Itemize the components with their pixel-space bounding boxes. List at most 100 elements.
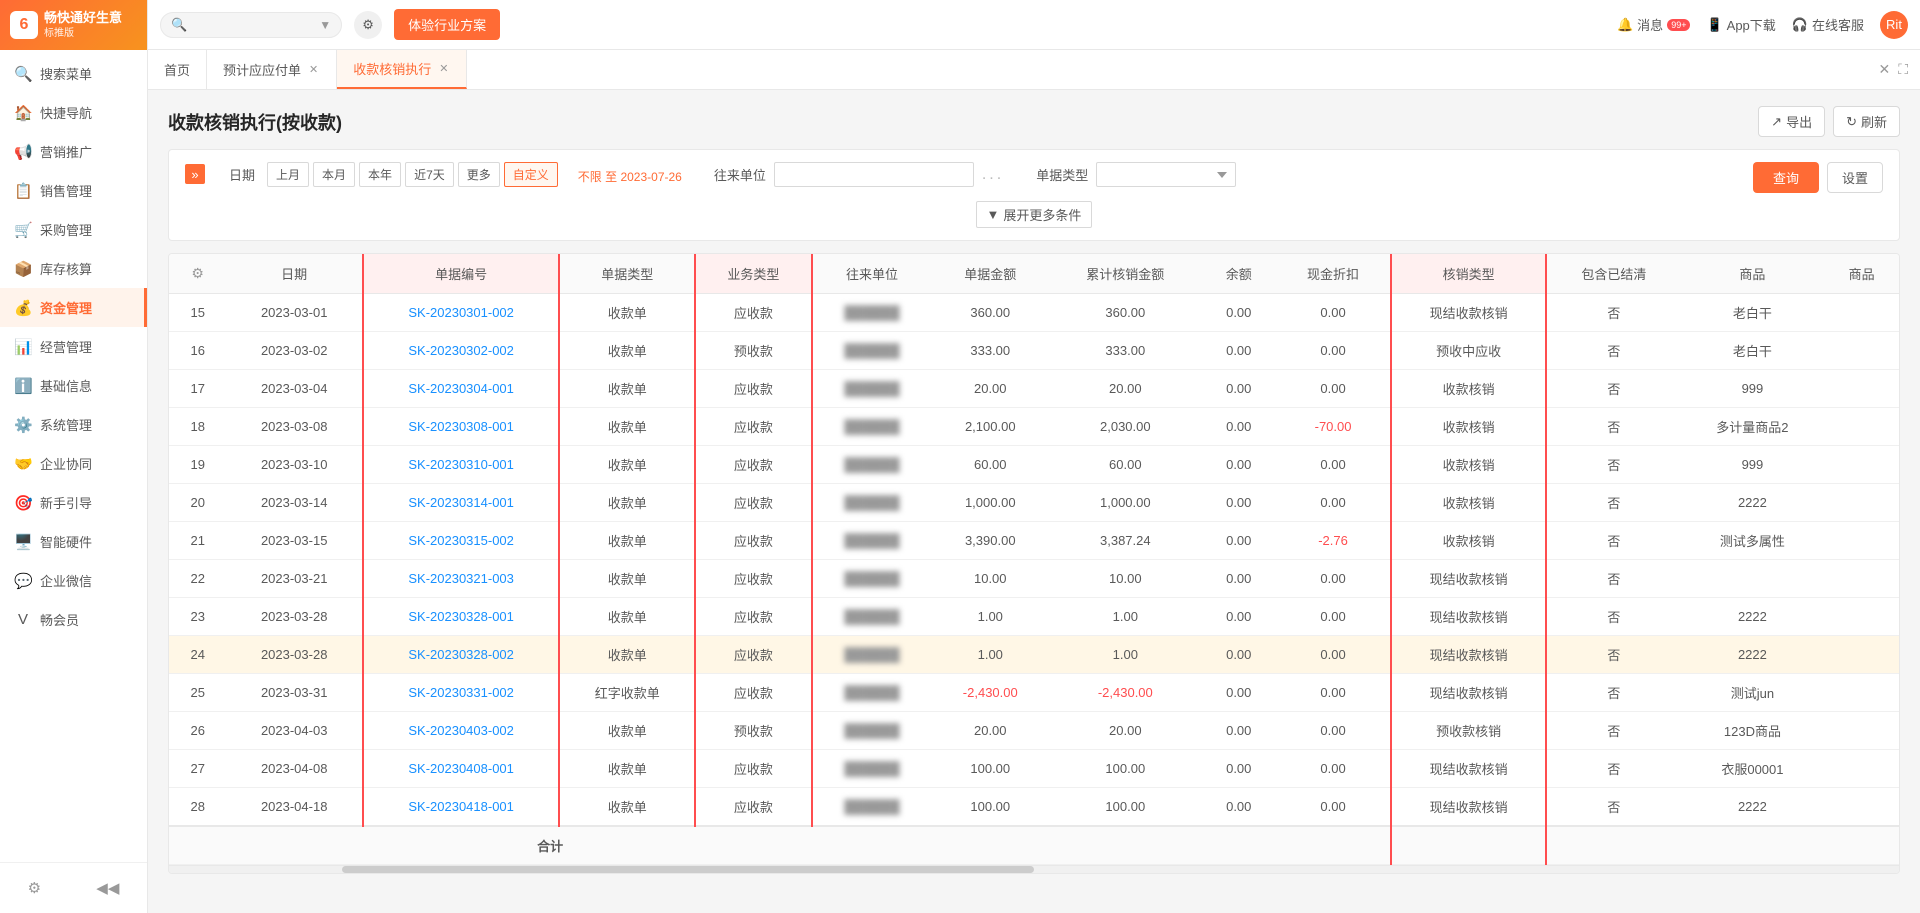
cell-balance: 0.00 [1201, 560, 1276, 598]
cell-include-settled: 否 [1546, 598, 1680, 636]
doc-no-link[interactable]: SK-20230304-001 [408, 381, 514, 396]
cell-doc-type: 收款单 [559, 408, 695, 446]
settings-bottom-icon[interactable]: ⚙ [22, 873, 47, 903]
doc-no-link[interactable]: SK-20230328-002 [408, 647, 514, 662]
topbar-search-input[interactable] [193, 18, 313, 32]
table-row: 24 2023-03-28 SK-20230328-002 收款单 应收款 ██… [169, 636, 1899, 674]
cell-amount: 10.00 [931, 560, 1049, 598]
sidebar-item-finance[interactable]: 💰 资金管理 [0, 288, 147, 327]
scrollbar-thumb[interactable] [342, 866, 1034, 873]
sidebar-item-hardware[interactable]: 🖥️ 智能硬件 [0, 522, 147, 561]
cell-amount: 333.00 [931, 332, 1049, 370]
horizontal-scrollbar[interactable] [169, 865, 1899, 873]
cell-amount: -2,430.00 [931, 674, 1049, 712]
cell-write-off-type: 收款核销 [1391, 408, 1546, 446]
col-header-amount: 单据金额 [931, 254, 1049, 294]
cell-product1: 2222 [1681, 598, 1825, 636]
sidebar-item-guide[interactable]: 🎯 新手引导 [0, 483, 147, 522]
cell-date: 2023-03-08 [226, 408, 363, 446]
topbar-search-box[interactable]: 🔍 ▼ [160, 12, 342, 38]
cell-product2 [1824, 332, 1899, 370]
sidebar-item-enterprise[interactable]: 🤝 企业协同 [0, 444, 147, 483]
sidebar-item-quick-nav[interactable]: 🏠 快捷导航 [0, 93, 147, 132]
col-header-doc-type: 单据类型 [559, 254, 695, 294]
partner-input[interactable] [774, 162, 974, 187]
cell-date: 2023-03-31 [226, 674, 363, 712]
more-dates-btn[interactable]: 更多 [458, 162, 500, 187]
messages-button[interactable]: 🔔 消息 99+ [1617, 15, 1690, 34]
col-header-cum-amount: 累计核销金额 [1049, 254, 1201, 294]
last-7days-btn[interactable]: 近7天 [405, 162, 454, 187]
query-button[interactable]: 查询 [1753, 162, 1819, 193]
solution-button[interactable]: 体验行业方案 [394, 9, 500, 40]
tab-expand-icon[interactable]: ⛶ [1898, 61, 1908, 78]
mobile-icon: 📱 [1706, 17, 1722, 33]
doc-no-link[interactable]: SK-20230308-001 [408, 419, 514, 434]
doc-no-link[interactable]: SK-20230418-001 [408, 799, 514, 814]
cell-doc-no: SK-20230403-002 [363, 712, 559, 750]
receipt-type-select[interactable] [1096, 162, 1236, 187]
doc-no-link[interactable]: SK-20230403-002 [408, 723, 514, 738]
expand-more-conditions-btn[interactable]: ▼ 展开更多条件 [976, 201, 1093, 228]
sidebar-item-sales[interactable]: 📋 销售管理 [0, 171, 147, 210]
cell-discount: 0.00 [1276, 674, 1391, 712]
gear-button[interactable]: ⚙ [354, 11, 382, 39]
doc-no-link[interactable]: SK-20230331-002 [408, 685, 514, 700]
doc-no-link[interactable]: SK-20230321-003 [408, 571, 514, 586]
collapse-icon[interactable]: ◀◀ [90, 873, 125, 903]
doc-no-link[interactable]: SK-20230302-002 [408, 343, 514, 358]
doc-no-link[interactable]: SK-20230314-001 [408, 495, 514, 510]
doc-no-link[interactable]: SK-20230408-001 [408, 761, 514, 776]
app-download-button[interactable]: 📱 App下载 [1706, 15, 1775, 34]
sidebar-item-basic[interactable]: ℹ️ 基础信息 [0, 366, 147, 405]
doc-no-link[interactable]: SK-20230310-001 [408, 457, 514, 472]
tab-prepay[interactable]: 预计应应付单 ✕ [207, 50, 337, 89]
tab-receipts[interactable]: 收款核销执行 ✕ [337, 50, 467, 89]
custom-date-btn[interactable]: 自定义 [504, 162, 558, 187]
tab-close-icon[interactable]: ✕ [1878, 61, 1890, 78]
export-icon: ↗ [1771, 114, 1782, 130]
cell-date: 2023-03-28 [226, 598, 363, 636]
cell-date: 2023-03-21 [226, 560, 363, 598]
dropdown-arrow-icon[interactable]: ▼ [319, 18, 331, 32]
doc-no-link[interactable]: SK-20230315-002 [408, 533, 514, 548]
tab-home[interactable]: 首页 [148, 50, 207, 89]
sidebar-item-member[interactable]: V 畅会员 [0, 600, 147, 639]
service-button[interactable]: 🎧 在线客服 [1792, 15, 1864, 34]
sidebar-item-system[interactable]: ⚙️ 系统管理 [0, 405, 147, 444]
cell-amount: 60.00 [931, 446, 1049, 484]
last-month-btn[interactable]: 上月 [267, 162, 309, 187]
dots-icon[interactable]: ... [982, 166, 1004, 184]
this-month-btn[interactable]: 本月 [313, 162, 355, 187]
megaphone-icon: 📢 [14, 143, 32, 161]
cell-date: 2023-04-03 [226, 712, 363, 750]
cell-no: 25 [169, 674, 226, 712]
sidebar-item-wechat[interactable]: 💬 企业微信 [0, 561, 147, 600]
sidebar-item-inventory[interactable]: 📦 库存核算 [0, 249, 147, 288]
wechat-icon: 💬 [14, 572, 32, 590]
tab-receipts-close[interactable]: ✕ [437, 60, 450, 77]
this-year-btn[interactable]: 本年 [359, 162, 401, 187]
cell-no: 18 [169, 408, 226, 446]
sidebar-item-marketing[interactable]: 📢 营销推广 [0, 132, 147, 171]
sidebar-item-label: 营销推广 [40, 142, 92, 161]
tab-prepay-close[interactable]: ✕ [307, 61, 320, 78]
user-avatar[interactable]: Rit [1880, 11, 1908, 39]
sidebar-item-label: 资金管理 [40, 298, 92, 317]
logo-icon: 6 [10, 11, 38, 39]
sidebar-item-purchase[interactable]: 🛒 采购管理 [0, 210, 147, 249]
refresh-button[interactable]: ↻ 刷新 [1833, 106, 1900, 137]
doc-no-link[interactable]: SK-20230301-002 [408, 305, 514, 320]
sidebar-item-operations[interactable]: 📊 经营管理 [0, 327, 147, 366]
filter-toggle-button[interactable]: » [185, 164, 205, 184]
cell-include-settled: 否 [1546, 674, 1680, 712]
cell-doc-type: 收款单 [559, 332, 695, 370]
tab-prepay-label: 预计应应付单 [223, 60, 301, 79]
sidebar-item-search[interactable]: 🔍 搜索菜单 [0, 54, 147, 93]
hardware-icon: 🖥️ [14, 533, 32, 551]
cell-biz-type: 预收款 [695, 712, 811, 750]
doc-no-link[interactable]: SK-20230328-001 [408, 609, 514, 624]
filter-settings-button[interactable]: 设置 [1827, 162, 1883, 193]
column-settings-icon[interactable]: ⚙ [191, 265, 204, 281]
export-button[interactable]: ↗ 导出 [1758, 106, 1825, 137]
